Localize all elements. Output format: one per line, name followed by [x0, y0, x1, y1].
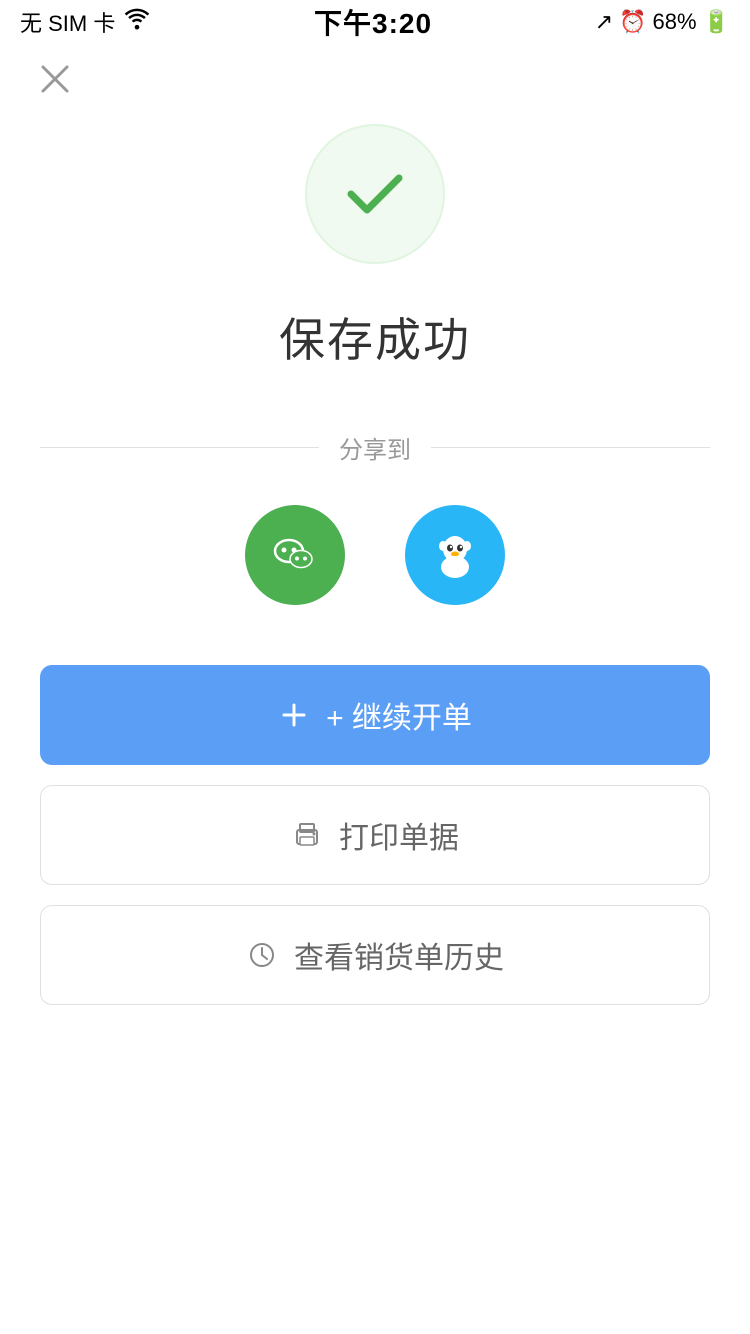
qq-share-button[interactable] — [405, 505, 505, 605]
print-label: 打印单据 — [339, 813, 459, 857]
action-buttons: + 继续开单 打印单据 查看销 — [0, 665, 750, 1005]
divider-line-right — [431, 447, 710, 448]
close-button[interactable] — [30, 54, 80, 104]
success-icon-circle — [305, 124, 445, 264]
carrier-text: 无 SIM 卡 — [20, 6, 115, 38]
main-content: 保存成功 分享到 — [0, 44, 750, 1005]
continue-label: + 继续开单 — [326, 693, 472, 737]
alarm-icon: ⏰ — [619, 9, 646, 35]
history-button[interactable]: 查看销货单历史 — [40, 905, 710, 1005]
success-title: 保存成功 — [279, 304, 471, 370]
plus-icon — [278, 699, 310, 731]
wechat-share-button[interactable] — [245, 505, 345, 605]
status-left: 无 SIM 卡 — [20, 6, 151, 38]
battery-icon: 🔋 — [703, 9, 730, 35]
continue-button[interactable]: + 继续开单 — [40, 665, 710, 765]
status-right: ↗ ⏰ 68% 🔋 — [595, 9, 730, 35]
divider-line-left — [40, 447, 319, 448]
share-icons — [245, 505, 505, 605]
wifi-icon — [123, 8, 151, 36]
share-section: 分享到 — [0, 430, 750, 605]
printer-icon — [291, 819, 323, 851]
location-icon: ↗ — [595, 9, 613, 35]
battery-text: 68% — [653, 9, 697, 35]
history-label: 查看销货单历史 — [294, 933, 504, 977]
status-bar: 无 SIM 卡 下午3:20 ↗ ⏰ 68% 🔋 — [0, 0, 750, 44]
share-divider: 分享到 — [0, 430, 750, 465]
clock-icon — [246, 939, 278, 971]
status-time: 下午3:20 — [314, 2, 432, 42]
print-button[interactable]: 打印单据 — [40, 785, 710, 885]
share-label: 分享到 — [319, 430, 431, 465]
